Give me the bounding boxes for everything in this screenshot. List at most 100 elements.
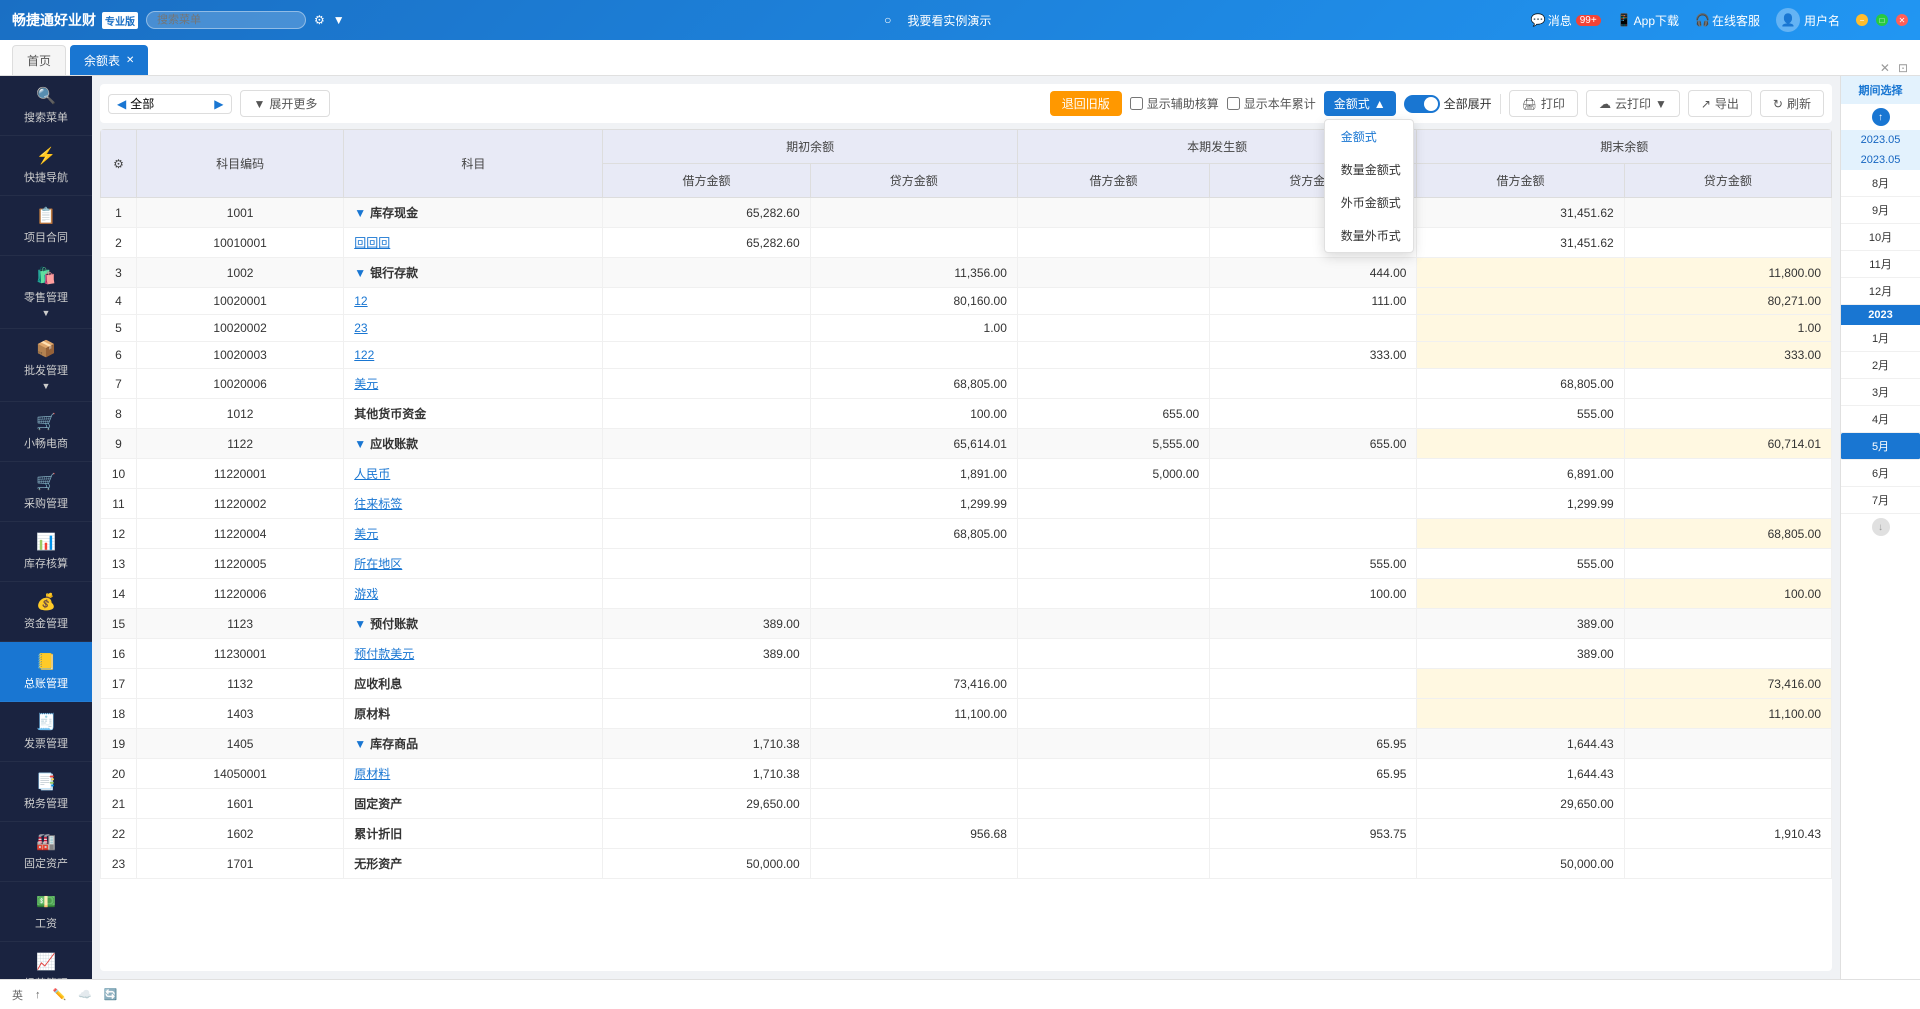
sidebar-item-inventory[interactable]: 📊 库存核算 (0, 522, 92, 582)
period-prev-year[interactable]: ↑ (1872, 108, 1890, 126)
table-row-name-16[interactable]: 应收利息 (344, 669, 603, 699)
col-settings-icon[interactable]: ⚙ (113, 157, 124, 171)
sidebar-item-ledger[interactable]: 📒 总账管理 (0, 642, 92, 702)
dropdown-item-foreign-amount[interactable]: 外币金额式 (1325, 186, 1413, 219)
sidebar-item-contract-label: 项目合同 (24, 229, 68, 245)
table-row-cp_credit-15 (1210, 639, 1417, 669)
dropdown-item-amount[interactable]: 金额式 (1325, 120, 1413, 153)
table-row-num-2: 3 (101, 258, 137, 288)
sidebar-item-management[interactable]: 📈 经营管理 (0, 942, 92, 979)
tab-menu[interactable]: ⊡ (1898, 61, 1908, 75)
user-avatar[interactable]: 👤 用户名 (1776, 8, 1840, 32)
expand-more-button[interactable]: ▼ 展开更多 (240, 90, 330, 117)
top-search-input[interactable] (146, 11, 306, 29)
view-mode-arrow: ▲ (1374, 97, 1386, 111)
period-next[interactable]: ↓ (1872, 518, 1890, 536)
print-button[interactable]: 🖨 打印 (1509, 90, 1578, 117)
sidebar-item-salary[interactable]: 💵 工资 (0, 882, 92, 942)
period-month-4[interactable]: 4月 (1841, 406, 1920, 433)
tab-balance-close[interactable]: ✕ (126, 55, 134, 66)
tab-home[interactable]: 首页 (12, 45, 66, 75)
down-arrow-icon[interactable]: ▼ (333, 13, 345, 27)
toolbar: ◀ ▶ ▼ 展开更多 退回旧版 显示辅助核算 显示本年累 (100, 84, 1832, 123)
table-row-name-17[interactable]: 原材料 (344, 699, 603, 729)
app-download[interactable]: 📱 App下载 (1617, 12, 1679, 29)
table-row-name-2[interactable]: ▼银行存款 (344, 258, 603, 288)
table-row-name-18[interactable]: ▼库存商品 (344, 729, 603, 759)
close-button[interactable]: ✕ (1896, 14, 1908, 26)
period-month-7[interactable]: 7月 (1841, 487, 1920, 514)
balance-table: ⚙ 科目编码 科目 期初余额 本期发生额 期末余额 借方金额 贷方金额 借方金额 (100, 129, 1832, 879)
table-row-ob_debit-9 (603, 459, 810, 489)
table-row-cb_credit-11: 68,805.00 (1624, 519, 1831, 549)
sidebar-item-search[interactable]: 🔍 搜索菜单 (0, 76, 92, 136)
minimize-button[interactable]: − (1856, 14, 1868, 26)
status-item-cloud[interactable]: ☁️ (78, 988, 92, 1001)
table-row-name-22[interactable]: 无形资产 (344, 849, 603, 879)
search-right-arrow[interactable]: ▶ (214, 97, 223, 111)
sidebar-item-ecommerce[interactable]: 🛒 小畅电商 (0, 402, 92, 462)
period-month-12[interactable]: 12月 (1841, 278, 1920, 305)
sidebar-item-tax[interactable]: 📑 税务管理 (0, 762, 92, 822)
table-row-num-18: 19 (101, 729, 137, 759)
sidebar-item-contract[interactable]: 📋 项目合同 (0, 196, 92, 256)
expand-all-switch[interactable] (1404, 95, 1440, 113)
period-month-9[interactable]: 9月 (1841, 197, 1920, 224)
table-row-code-4: 10020002 (137, 315, 344, 342)
show-ytd-checkbox[interactable] (1227, 97, 1240, 110)
status-item-up[interactable]: ↑ (35, 989, 41, 1001)
export-button[interactable]: ↗ 导出 (1688, 90, 1752, 117)
subject-search-input[interactable] (130, 97, 210, 111)
table-row-cb_debit-20: 29,650.00 (1417, 789, 1624, 819)
period-month-3[interactable]: 3月 (1841, 379, 1920, 406)
period-month-6[interactable]: 6月 (1841, 460, 1920, 487)
dropdown-item-qty-foreign[interactable]: 数量外币式 (1325, 219, 1413, 252)
period-month-1[interactable]: 1月 (1841, 325, 1920, 352)
table-row-name-8[interactable]: ▼应收账款 (344, 429, 603, 459)
table-row-name-0[interactable]: ▼库存现金 (344, 198, 603, 228)
dropdown-item-qty-amount[interactable]: 数量金额式 (1325, 153, 1413, 186)
table-row-name-20[interactable]: 固定资产 (344, 789, 603, 819)
table-row-code-10: 11220002 (137, 489, 344, 519)
search-left-arrow[interactable]: ◀ (117, 97, 126, 111)
period-month-10[interactable]: 10月 (1841, 224, 1920, 251)
table-row-name-21[interactable]: 累计折旧 (344, 819, 603, 849)
status-item-sync[interactable]: 🔄 (104, 988, 118, 1001)
show-assist-checkbox[interactable] (1130, 97, 1143, 110)
sidebar-item-purchase[interactable]: 🛒 采购管理 (0, 462, 92, 522)
period-month-2[interactable]: 2月 (1841, 352, 1920, 379)
message-badge: 99+ (1576, 15, 1601, 26)
table-row-ob_debit-2 (603, 258, 810, 288)
settings-icon[interactable]: ⚙ (314, 13, 325, 27)
refresh-button[interactable]: ↻ 刷新 (1760, 90, 1824, 117)
sidebar-item-retail[interactable]: 🛍️ 零售管理 ▼ (0, 256, 92, 329)
demo-text[interactable]: 我要看实例演示 (907, 12, 991, 29)
tab-balance[interactable]: 余额表 ✕ (70, 45, 148, 75)
sidebar-item-wholesale[interactable]: 📦 批发管理 ▼ (0, 329, 92, 402)
tab-close-all[interactable]: ✕ (1880, 61, 1890, 75)
table-row-code-18: 1405 (137, 729, 344, 759)
sidebar-item-quick[interactable]: ⚡ 快捷导航 (0, 136, 92, 196)
table-row-name-7[interactable]: 其他货币资金 (344, 399, 603, 429)
cloud-print-icon: ☁ (1599, 97, 1611, 111)
period-month-11[interactable]: 11月 (1841, 251, 1920, 278)
period-month-5[interactable]: 5月 (1841, 433, 1920, 460)
table-row-cp_credit-20 (1210, 789, 1417, 819)
online-service[interactable]: 🎧 在线客服 (1695, 12, 1760, 29)
table-row-cp_debit-14 (1017, 609, 1209, 639)
back-old-button[interactable]: 退回旧版 (1050, 91, 1122, 116)
table-row-ob_debit-19: 1,710.38 (603, 759, 810, 789)
message-area[interactable]: 💬 消息 99+ (1531, 12, 1601, 29)
sidebar-item-fund[interactable]: 💰 资金管理 (0, 582, 92, 642)
period-month-8[interactable]: 8月 (1841, 170, 1920, 197)
status-item-lang[interactable]: 英 (12, 987, 23, 1003)
invoice-icon: 🧾 (36, 712, 56, 732)
table-row-name-14[interactable]: ▼预付账款 (344, 609, 603, 639)
top-bar-center: ○ 我要看实例演示 (884, 12, 991, 29)
view-mode-button[interactable]: 金额式 ▲ (1324, 91, 1396, 116)
maximize-button[interactable]: □ (1876, 14, 1888, 26)
cloud-print-button[interactable]: ☁ 云打印 ▼ (1586, 90, 1680, 117)
sidebar-item-fixed[interactable]: 🏭 固定资产 (0, 822, 92, 882)
sidebar-item-invoice[interactable]: 🧾 发票管理 (0, 702, 92, 762)
status-item-edit[interactable]: ✏️ (53, 988, 67, 1001)
